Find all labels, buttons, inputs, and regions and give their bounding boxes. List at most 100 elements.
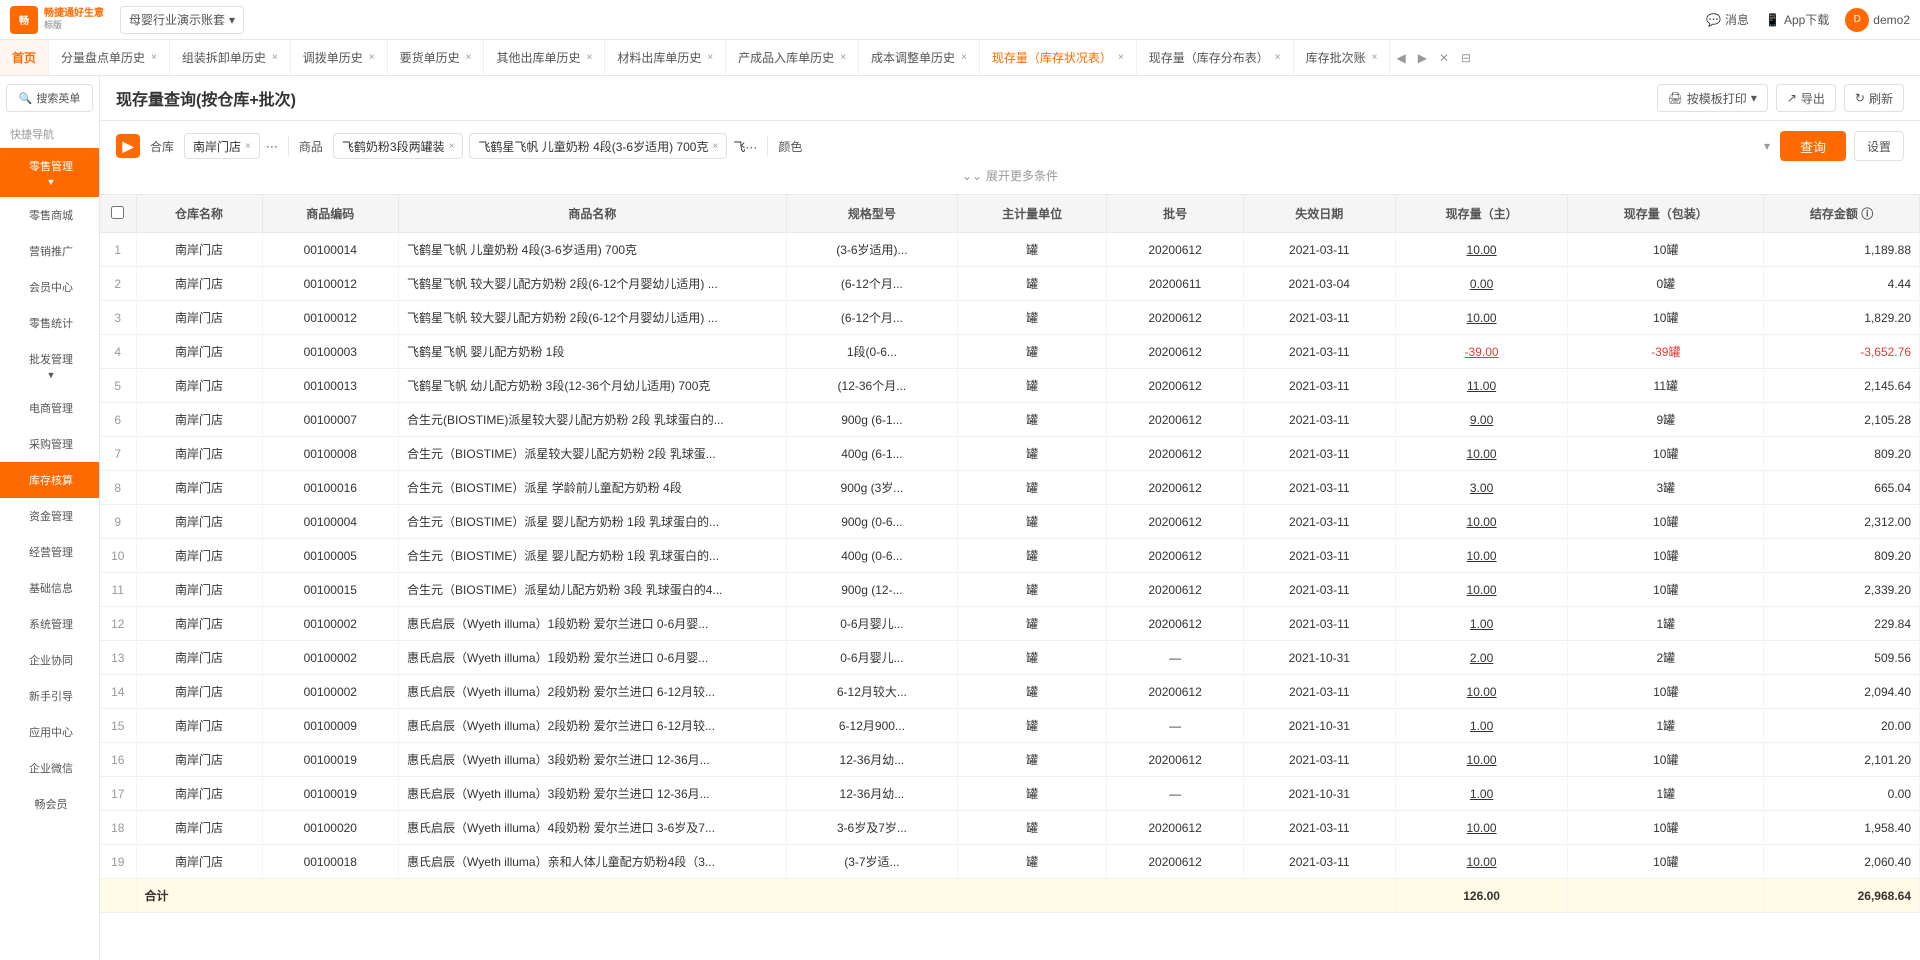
tab-product-in[interactable]: 产成品入库单历史 × [726,40,859,76]
print-button[interactable]: 🖨 按模板打印 ▾ [1657,84,1768,112]
cell-batch: 20200612 [1107,539,1243,573]
search-button[interactable]: 🔍 搜索英单 [6,84,93,112]
close-icon[interactable]: × [272,52,278,63]
cell-expire: 2021-10-31 [1243,641,1395,675]
cell-qty-main[interactable]: 10.00 [1395,845,1568,879]
sidebar-item-wholesale[interactable]: 批发管理 ▼ [0,341,99,390]
close-icon[interactable]: × [151,52,157,63]
table-row: 14 南岸门店 00100002 惠氏启辰（Wyeth illuma）2段奶粉 … [100,675,1920,709]
tag-close-icon[interactable]: × [712,141,718,152]
sidebar-item-retail-stats[interactable]: 零售统计 [0,305,99,341]
cell-qty-main[interactable]: 10.00 [1395,437,1568,471]
close-icon[interactable]: × [1118,52,1124,63]
cell-qty-main[interactable]: 1.00 [1395,709,1568,743]
tab-stock-status[interactable]: 现存量（库存状况表） × [980,40,1137,76]
cell-expire: 2021-03-11 [1243,233,1395,267]
close-icon[interactable]: × [466,52,472,63]
sidebar-item-enterprise[interactable]: 企业协同 [0,642,99,678]
sidebar-item-purchase[interactable]: 采购管理 [0,426,99,462]
tab-cost-adjust[interactable]: 成本调整单历史 × [859,40,980,76]
logo-sub: 标版 [44,20,104,31]
cell-qty-main[interactable]: 10.00 [1395,675,1568,709]
tab-stock-dist[interactable]: 现存量（库存分布表） × [1137,40,1294,76]
sidebar-item-member-cards[interactable]: 畅会员 [0,786,99,822]
sidebar-item-ecommerce[interactable]: 电商管理 [0,390,99,426]
cell-qty-main[interactable]: 10.00 [1395,301,1568,335]
tab-material-out[interactable]: 材料出库单历史 × [605,40,726,76]
close-icon[interactable]: × [1275,52,1281,63]
cell-qty-main[interactable]: 9.00 [1395,403,1568,437]
cell-spec: 12-36月幼... [786,777,957,811]
tab-other-out[interactable]: 其他出库单历史 × [484,40,605,76]
sidebar-item-sys-mgmt[interactable]: 系统管理 [0,606,99,642]
cell-qty-main[interactable]: 1.00 [1395,777,1568,811]
cell-amount: 1,958.40 [1764,811,1920,845]
tabs-menu[interactable]: ⊟ [1455,51,1477,65]
cell-qty-main[interactable]: -39.00 [1395,335,1568,369]
th-checkbox[interactable] [100,195,136,233]
tab-batch-voucher[interactable]: 库存批次账 × [1294,40,1391,76]
cell-qty-main[interactable]: 1.00 [1395,607,1568,641]
filter-toggle-button[interactable]: ▶ [116,134,140,158]
warehouse-tag-nanan[interactable]: 南岸门店 × [184,133,260,159]
cell-qty-main[interactable]: 11.00 [1395,369,1568,403]
tab-requisition[interactable]: 要货单历史 × [388,40,485,76]
cell-warehouse: 南岸门店 [136,845,262,879]
sidebar-item-inventory[interactable]: 库存核算 [0,462,99,498]
sidebar-item-enterprise-wechat[interactable]: 企业微信 [0,750,99,786]
close-icon[interactable]: × [707,52,713,63]
filter-divider-2 [767,136,768,156]
cell-qty-main[interactable]: 10.00 [1395,505,1568,539]
sidebar-item-finance[interactable]: 资金管理 [0,498,99,534]
cell-code: 00100009 [262,709,398,743]
cell-qty-main[interactable]: 2.00 [1395,641,1568,675]
product-tag-2[interactable]: 飞鹤星飞帆 儿童奶粉 4段(3-6岁适用) 700克 × [469,133,727,159]
refresh-button[interactable]: ↻ 刷新 [1844,84,1904,112]
setting-button[interactable]: 设置 [1854,131,1904,161]
cell-code: 00100015 [262,573,398,607]
cell-qty-main[interactable]: 10.00 [1395,539,1568,573]
cell-code: 00100019 [262,777,398,811]
cell-qty-main[interactable]: 3.00 [1395,471,1568,505]
tag-close-icon[interactable]: × [245,141,251,152]
query-button[interactable]: 查询 [1780,131,1846,161]
app-download-button[interactable]: 📱 App下载 [1765,11,1829,28]
cell-amount: 2,312.00 [1764,505,1920,539]
more-product-tags-icon[interactable]: 飞··· [733,138,757,155]
expand-more-button[interactable]: ⌄⌄ 展开更多条件 [116,167,1904,184]
sidebar-item-members[interactable]: 会员中心 [0,269,99,305]
cell-qty-main[interactable]: 10.00 [1395,811,1568,845]
sidebar-item-operations[interactable]: 经营管理 [0,534,99,570]
tag-close-icon[interactable]: × [449,141,455,152]
industry-select[interactable]: 母婴行业演示账套 ▾ [120,6,244,34]
tab-home[interactable]: 首页 [0,40,49,76]
close-icon[interactable]: × [961,52,967,63]
tabs-prev-arrow[interactable]: ◀ [1390,51,1411,65]
product-tag-1[interactable]: 飞鹤奶粉3段两罐装 × [333,133,464,159]
export-button[interactable]: ↗ 导出 [1776,84,1836,112]
tab-split-inventory[interactable]: 分量盘点单历史 × [49,40,170,76]
close-icon[interactable]: × [840,52,846,63]
sidebar-item-app-center[interactable]: 应用中心 [0,714,99,750]
sidebar-item-marketing[interactable]: 营销推广 [0,233,99,269]
user-avatar-button[interactable]: D demo2 [1845,8,1910,32]
tab-mix[interactable]: 调拨单历史 × [291,40,388,76]
close-icon[interactable]: × [1372,52,1378,63]
cell-qty-main[interactable]: 10.00 [1395,573,1568,607]
more-tags-icon[interactable]: ··· [266,139,278,153]
tab-disassemble[interactable]: 组装拆卸单历史 × [170,40,291,76]
tabs-close-all[interactable]: ✕ [1433,51,1455,65]
sidebar-item-retail-mall[interactable]: 零售商城 [0,197,99,233]
tabs-next-arrow[interactable]: ▶ [1412,51,1433,65]
close-icon[interactable]: × [586,52,592,63]
sidebar-item-new-guide[interactable]: 新手引导 [0,678,99,714]
cell-qty-main[interactable]: 10.00 [1395,743,1568,777]
sidebar-item-retail[interactable]: 零售管理 ▼ [0,148,99,197]
cell-qty-main[interactable]: 10.00 [1395,233,1568,267]
cell-qty-main[interactable]: 0.00 [1395,267,1568,301]
message-button[interactable]: 💬 消息 [1706,11,1749,28]
close-icon[interactable]: × [369,52,375,63]
select-all-checkbox[interactable] [111,206,124,219]
cell-spec: 900g (3岁... [786,471,957,505]
sidebar-item-base-info[interactable]: 基础信息 [0,570,99,606]
